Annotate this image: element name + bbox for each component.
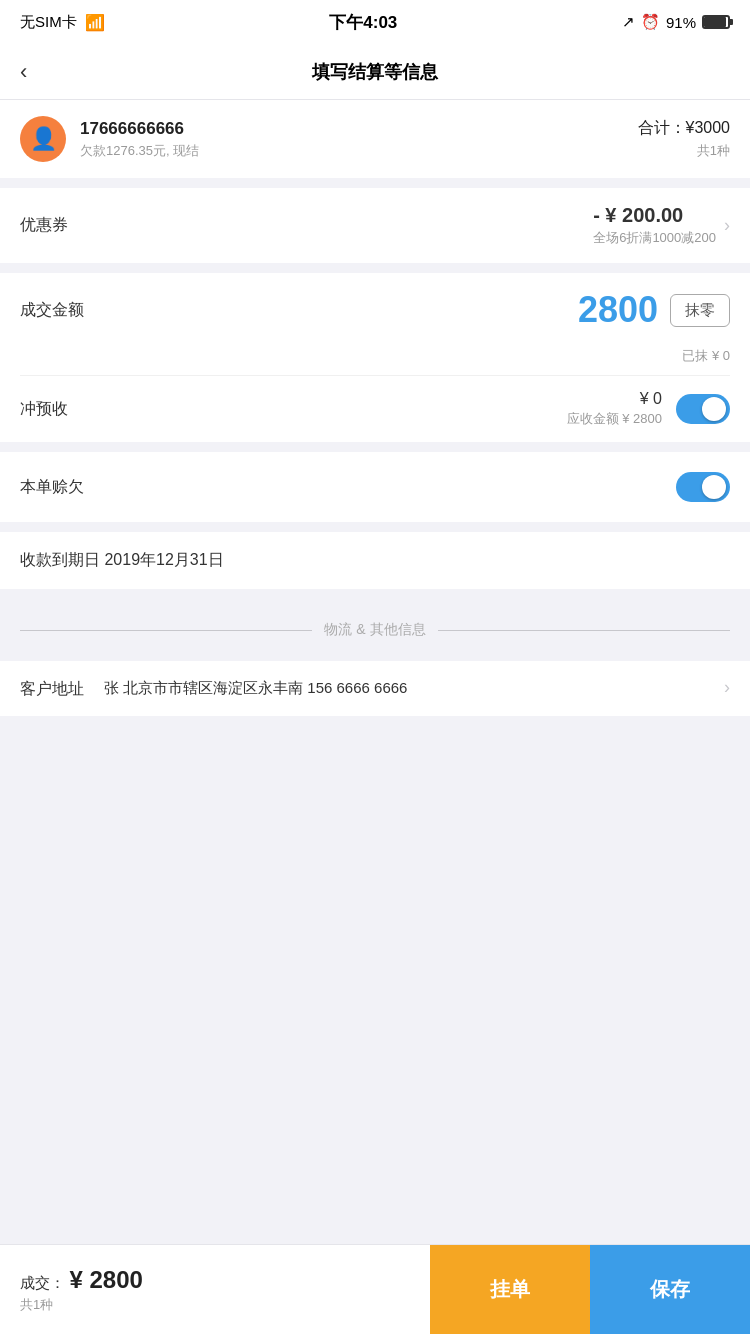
coupon-label: 优惠券 — [20, 215, 68, 236]
status-left: 无SIM卡 📶 — [20, 13, 105, 32]
alarm-icon: ⏰ — [641, 13, 660, 31]
pre-collect-row: 冲预收 ¥ 0 应收金额 ¥ 2800 — [0, 376, 750, 442]
deal-section: 成交金额 2800 抹零 已抹 ¥ 0 冲预收 ¥ 0 应收金额 ¥ 2800 — [0, 273, 750, 442]
debtor-toggle-knob — [702, 475, 726, 499]
page-title: 填写结算等信息 — [312, 60, 438, 84]
debtor-section: 本单赊欠 — [0, 452, 750, 522]
customer-left: 👤 17666666666 欠款1276.35元, 现结 — [20, 116, 199, 162]
status-bar: 无SIM卡 📶 下午4:03 ↗ ⏰ 91% — [0, 0, 750, 44]
address-right: 张 北京市市辖区海淀区永丰南 156 6666 6666 › — [104, 677, 730, 700]
location-icon: ↗ — [622, 13, 635, 31]
pre-collect-label: 冲预收 — [20, 399, 68, 420]
deal-amount-sub: 已抹 ¥ 0 — [0, 347, 750, 375]
avatar: 👤 — [20, 116, 66, 162]
coupon-discount-desc: 全场6折满1000减200 — [593, 229, 716, 247]
due-date-row: 收款到期日 2019年12月31日 — [0, 532, 750, 589]
address-row[interactable]: 客户地址 张 北京市市辖区海淀区永丰南 156 6666 6666 › — [0, 661, 750, 716]
content-area: 👤 17666666666 欠款1276.35元, 现结 合计：¥3000 共1… — [0, 100, 750, 976]
status-time: 下午4:03 — [329, 11, 397, 34]
bottom-count: 共1种 — [20, 1296, 410, 1314]
bottom-deal-label: 成交： — [20, 1274, 65, 1291]
logistics-line-left — [20, 630, 312, 631]
logistics-line-right — [438, 630, 730, 631]
bottom-bar: 成交： ¥ 2800 共1种 挂单 保存 — [0, 1244, 750, 1334]
deal-amount-number: 2800 — [578, 289, 658, 331]
pre-collect-value-block: ¥ 0 应收金额 ¥ 2800 — [567, 390, 662, 428]
deal-amount-row: 成交金额 2800 抹零 — [0, 273, 750, 347]
pre-collect-right: ¥ 0 应收金额 ¥ 2800 — [567, 390, 730, 428]
toggle-knob — [702, 397, 726, 421]
bottom-info: 成交： ¥ 2800 共1种 — [0, 1266, 430, 1314]
bottom-deal-line: 成交： ¥ 2800 — [20, 1266, 410, 1294]
nav-bar: ‹ 填写结算等信息 — [0, 44, 750, 100]
status-right: ↗ ⏰ 91% — [622, 13, 730, 31]
address-section: 客户地址 张 北京市市辖区海淀区永丰南 156 6666 6666 › — [0, 661, 750, 716]
due-date-section: 收款到期日 2019年12月31日 — [0, 532, 750, 589]
logistics-divider-inner: 物流 & 其他信息 — [20, 621, 730, 639]
debtor-toggle[interactable] — [676, 472, 730, 502]
carrier-text: 无SIM卡 — [20, 13, 77, 32]
logistics-wrapper: 物流 & 其他信息 — [0, 599, 750, 661]
debtor-label: 本单赊欠 — [20, 477, 84, 498]
save-button[interactable]: 保存 — [590, 1245, 750, 1335]
coupon-value-block: - ¥ 200.00 全场6折满1000减200 — [593, 204, 716, 247]
pre-collect-sub-value: 应收金额 ¥ 2800 — [567, 410, 662, 428]
due-date-label: 收款到期日 2019年12月31日 — [20, 551, 224, 568]
pre-collect-toggle[interactable] — [676, 394, 730, 424]
battery-percent: 91% — [666, 14, 696, 31]
address-label: 客户地址 — [20, 677, 84, 700]
coupon-discount-amount: - ¥ 200.00 — [593, 204, 716, 227]
pending-button[interactable]: 挂单 — [430, 1245, 590, 1335]
battery-icon — [702, 15, 730, 29]
back-button[interactable]: ‹ — [20, 59, 27, 85]
coupon-right: - ¥ 200.00 全场6折满1000减200 › — [593, 204, 730, 247]
deal-amount-label: 成交金额 — [20, 300, 84, 321]
customer-card: 👤 17666666666 欠款1276.35元, 现结 合计：¥3000 共1… — [0, 100, 750, 178]
wifi-icon: 📶 — [85, 13, 105, 32]
address-value: 张 北京市市辖区海淀区永丰南 156 6666 6666 — [104, 677, 714, 700]
coupon-section: 优惠券 - ¥ 200.00 全场6折满1000减200 › — [0, 188, 750, 263]
coupon-chevron-icon: › — [724, 215, 730, 236]
customer-sub-info: 欠款1276.35元, 现结 — [80, 142, 199, 160]
customer-total: 合计：¥3000 共1种 — [638, 118, 731, 160]
logistics-text: 物流 & 其他信息 — [324, 621, 425, 639]
round-off-button[interactable]: 抹零 — [670, 294, 730, 327]
total-count: 共1种 — [638, 142, 731, 160]
gray-spacer — [0, 726, 750, 886]
customer-phone: 17666666666 — [80, 119, 199, 139]
coupon-row[interactable]: 优惠券 - ¥ 200.00 全场6折满1000减200 › — [0, 188, 750, 263]
avatar-icon: 👤 — [30, 126, 57, 152]
total-amount: 合计：¥3000 — [638, 118, 731, 139]
deal-amount-right: 2800 抹零 — [578, 289, 730, 331]
bottom-deal-amount: ¥ 2800 — [69, 1266, 142, 1293]
pre-collect-value: ¥ 0 — [567, 390, 662, 408]
customer-info: 17666666666 欠款1276.35元, 现结 — [80, 119, 199, 160]
logistics-divider: 物流 & 其他信息 — [0, 607, 750, 653]
debtor-row: 本单赊欠 — [0, 452, 750, 522]
address-chevron-icon: › — [724, 677, 730, 698]
